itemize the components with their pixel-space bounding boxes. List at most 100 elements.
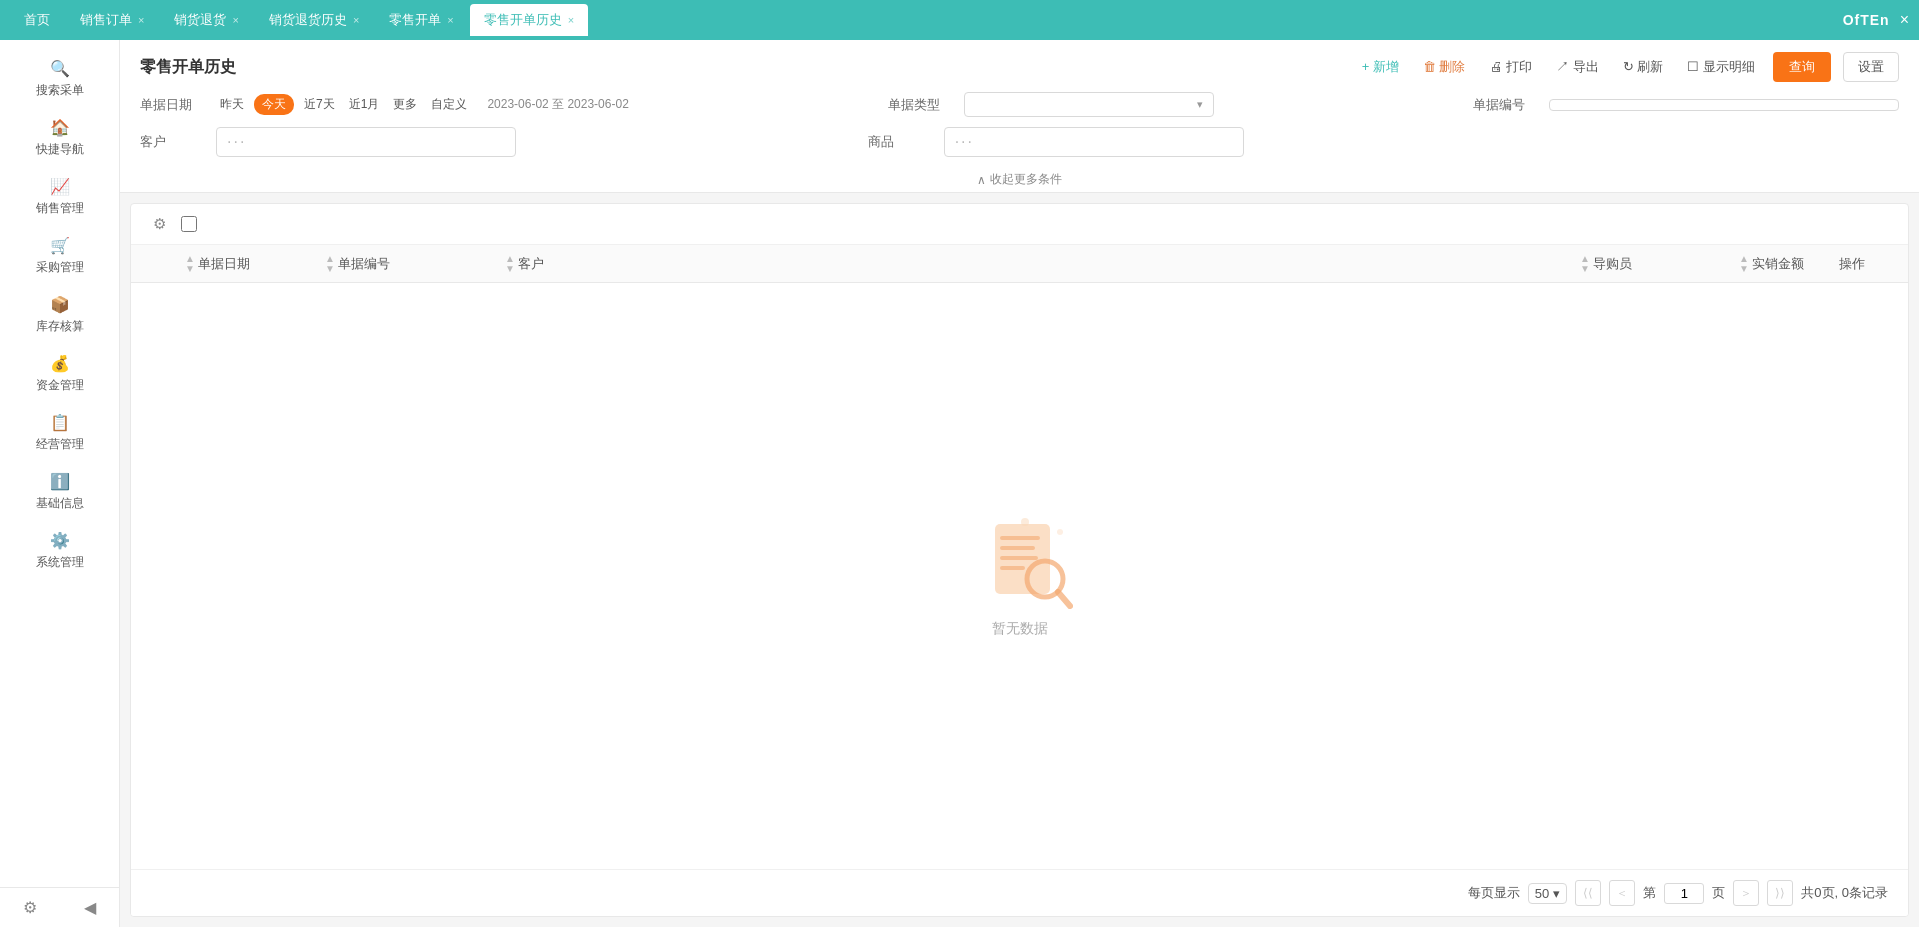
sidebar-item-management-label: 经营管理	[36, 436, 84, 453]
sidebar-item-sales-label: 销售管理	[36, 200, 84, 217]
sidebar-item-inventory[interactable]: 📦 库存核算	[0, 284, 119, 343]
sidebar-item-purchase[interactable]: 🛒 采购管理	[0, 225, 119, 284]
date-shortcut-yesterday[interactable]: 昨天	[216, 94, 248, 115]
tab-retail[interactable]: 零售开单 ×	[375, 4, 467, 36]
purchase-icon: 🛒	[50, 235, 70, 255]
th-date-sort: ▲▼	[185, 254, 195, 274]
svg-rect-3	[1000, 556, 1038, 560]
goods-dots: ···	[955, 133, 974, 151]
sidebar-item-system[interactable]: ⚙️ 系统管理	[0, 520, 119, 579]
pagination: 每页显示 50 ▾ ⟨⟨ ＜ 第 页 ＞ ⟩⟩ 共0页, 0条记录	[131, 869, 1908, 916]
th-amount[interactable]: ▲▼ 实销金额	[1692, 254, 1812, 274]
tab-retail-history-close[interactable]: ×	[568, 14, 574, 26]
tab-sales-order[interactable]: 销售订单 ×	[66, 4, 158, 36]
system-icon: ⚙️	[50, 530, 70, 550]
empty-state: 暂无数据	[131, 283, 1908, 869]
th-no[interactable]: ▲▼ 单据编号	[317, 254, 497, 274]
doc-type-label: 单据类型	[888, 96, 948, 114]
tab-return[interactable]: 销货退货 ×	[160, 4, 252, 36]
per-page-label: 每页显示	[1468, 884, 1520, 902]
doc-type-select[interactable]: ▾	[964, 92, 1214, 117]
date-shortcut-1month[interactable]: 近1月	[345, 94, 384, 115]
search-icon: 🔍	[50, 58, 70, 78]
doc-no-label: 单据编号	[1473, 96, 1533, 114]
export-button[interactable]: ↗ 导出	[1550, 54, 1605, 80]
toolbar-btns: + 新增 🗑 删除 🖨 打印 ↗ 导出 ↻ 刷新 ☐ 显示明细 查询 设置	[1356, 52, 1899, 82]
brand-label: OfTEn	[1843, 12, 1890, 28]
first-page-button[interactable]: ⟨⟨	[1575, 880, 1601, 906]
select-all-checkbox[interactable]	[181, 216, 197, 232]
goods-label: 商品	[868, 133, 928, 151]
tab-return-history-close[interactable]: ×	[353, 14, 359, 26]
th-amount-sort: ▲▼	[1739, 254, 1749, 274]
sales-icon: 📈	[50, 176, 70, 196]
th-action-label: 操作	[1839, 255, 1865, 273]
date-shortcut-7days[interactable]: 近7天	[300, 94, 339, 115]
customer-input[interactable]: ···	[216, 127, 516, 157]
empty-illustration	[970, 514, 1070, 604]
svg-rect-2	[1000, 546, 1035, 550]
date-shortcut-custom[interactable]: 自定义	[427, 94, 471, 115]
page-label: 页	[1712, 884, 1725, 902]
sidebar-item-nav-label: 快捷导航	[36, 141, 84, 158]
refresh-button[interactable]: ↻ 刷新	[1617, 54, 1670, 80]
table-card: ⚙ ▲▼ 单据日期 ▲▼ 单据编号 ▲▼ 客户	[130, 203, 1909, 917]
add-button[interactable]: + 新增	[1356, 54, 1405, 80]
tab-return-history[interactable]: 销货退货历史 ×	[255, 4, 373, 36]
delete-button[interactable]: 🗑 删除	[1417, 54, 1472, 80]
svg-rect-1	[1000, 536, 1040, 540]
sidebar-collapse-btn[interactable]: ◀	[84, 898, 96, 917]
prev-page-button[interactable]: ＜	[1609, 880, 1635, 906]
tab-retail-label: 零售开单	[389, 11, 441, 29]
tab-sales-order-close[interactable]: ×	[138, 14, 144, 26]
svg-line-6	[1058, 592, 1070, 606]
last-page-button[interactable]: ⟩⟩	[1767, 880, 1793, 906]
page-word: 第	[1643, 884, 1656, 902]
goods-input[interactable]: ···	[944, 127, 1244, 157]
top-bar: 首页 销售订单 × 销货退货 × 销货退货历史 × 零售开单 × 零售开单历史 …	[0, 0, 1919, 40]
table-toolbar: ⚙	[131, 204, 1908, 245]
th-guide-label: 导购员	[1593, 255, 1632, 273]
page-summary: 共0页, 0条记录	[1801, 884, 1888, 902]
doc-no-input[interactable]	[1549, 99, 1899, 111]
filter-row-1: 单据日期 昨天 今天 近7天 近1月 更多 自定义 2023-06-02 至 2…	[140, 92, 1899, 117]
sidebar-item-search[interactable]: 🔍 搜索采单	[0, 48, 119, 107]
svg-rect-4	[1000, 566, 1025, 570]
th-customer[interactable]: ▲▼ 客户	[497, 254, 1572, 274]
tab-retail-close[interactable]: ×	[447, 14, 453, 26]
page-number-input[interactable]	[1664, 883, 1704, 904]
chevron-down-icon: ▾	[1197, 98, 1203, 111]
tab-retail-history[interactable]: 零售开单历史 ×	[470, 4, 588, 36]
th-date-label: 单据日期	[198, 255, 250, 273]
th-date[interactable]: ▲▼ 单据日期	[177, 254, 317, 274]
sidebar-item-basic[interactable]: ℹ️ 基础信息	[0, 461, 119, 520]
date-shortcut-today[interactable]: 今天	[254, 94, 294, 115]
sidebar-settings-btn[interactable]: ⚙	[23, 898, 37, 917]
sidebar-item-management[interactable]: 📋 经营管理	[0, 402, 119, 461]
next-page-button[interactable]: ＞	[1733, 880, 1759, 906]
sidebar-item-sales[interactable]: 📈 销售管理	[0, 166, 119, 225]
th-customer-label: 客户	[518, 255, 544, 273]
settings-button[interactable]: 设置	[1843, 52, 1899, 82]
content-area: 零售开单历史 + 新增 🗑 删除 🖨 打印 ↗ 导出 ↻ 刷新 ☐ 显示明细 查…	[120, 40, 1919, 927]
per-page-select[interactable]: 50 ▾	[1528, 883, 1567, 904]
tab-return-close[interactable]: ×	[232, 14, 238, 26]
table-settings-icon[interactable]: ⚙	[147, 212, 171, 236]
sidebar-item-nav[interactable]: 🏠 快捷导航	[0, 107, 119, 166]
date-shortcut-more[interactable]: 更多	[389, 94, 421, 115]
th-guide[interactable]: ▲▼ 导购员	[1572, 254, 1692, 274]
sidebar-item-finance-label: 资金管理	[36, 377, 84, 394]
date-filter-label: 单据日期	[140, 96, 200, 114]
collapse-icon: ∧	[977, 173, 986, 187]
query-button[interactable]: 查询	[1773, 52, 1831, 82]
management-icon: 📋	[50, 412, 70, 432]
window-close-icon[interactable]: ×	[1900, 11, 1909, 29]
collapse-button[interactable]: ∧ 收起更多条件	[140, 167, 1899, 192]
tab-home[interactable]: 首页	[10, 4, 64, 36]
th-guide-sort: ▲▼	[1580, 254, 1590, 274]
display-detail-button[interactable]: ☐ 显示明细	[1681, 54, 1761, 80]
inventory-icon: 📦	[50, 294, 70, 314]
svg-point-8	[1057, 529, 1063, 535]
print-button[interactable]: 🖨 打印	[1484, 54, 1539, 80]
sidebar-item-finance[interactable]: 💰 资金管理	[0, 343, 119, 402]
